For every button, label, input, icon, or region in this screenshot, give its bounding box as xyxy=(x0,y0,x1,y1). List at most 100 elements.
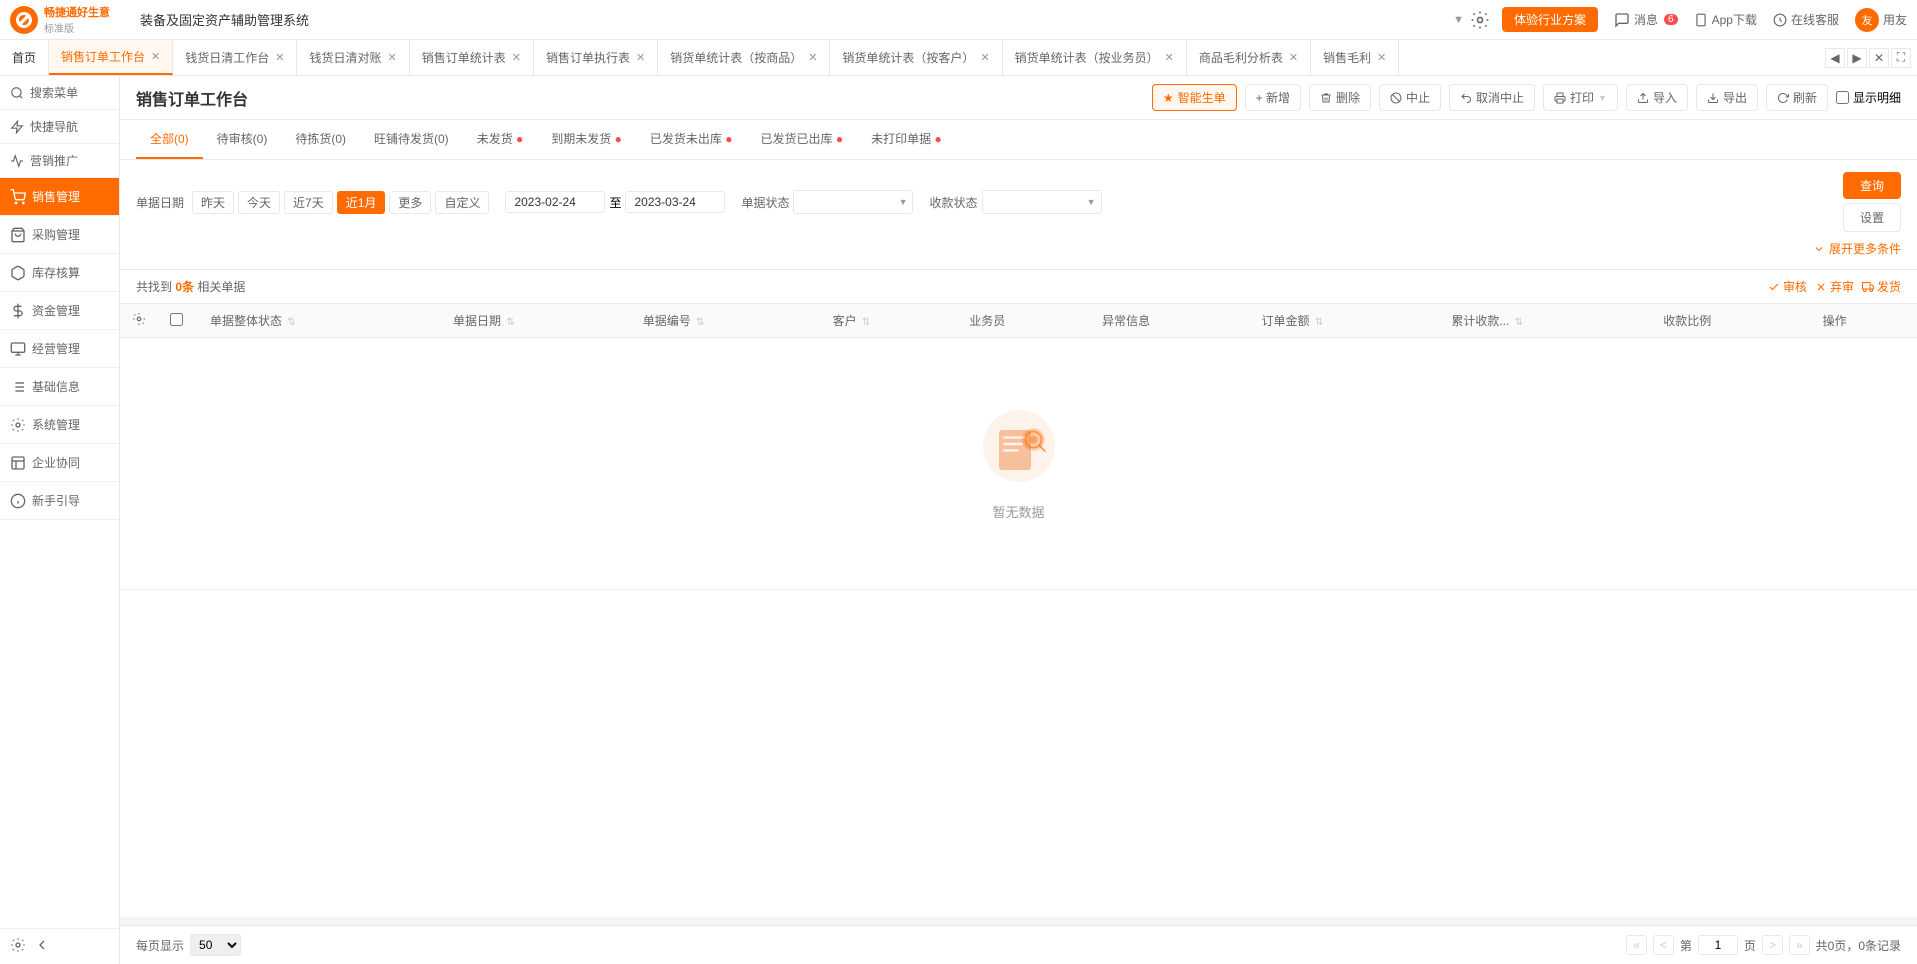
tab-close-all[interactable]: ✕ xyxy=(1869,48,1889,68)
select-all-checkbox[interactable] xyxy=(170,313,183,326)
filter-tab-pending-review[interactable]: 待审核(0) xyxy=(203,120,282,159)
sidebar-item-purchase[interactable]: 采购管理 xyxy=(0,216,119,254)
ship-btn[interactable]: 发货 xyxy=(1862,278,1901,295)
tab-maximize[interactable]: ⛶ xyxy=(1891,48,1911,68)
tab-close-cash-goods[interactable]: ✕ xyxy=(388,51,397,64)
page-prev-btn[interactable]: < xyxy=(1653,935,1674,955)
query-btn[interactable]: 查询 xyxy=(1843,172,1901,199)
show-detail-checkbox[interactable] xyxy=(1836,91,1849,104)
user-btn[interactable]: 友 用友 xyxy=(1855,8,1907,32)
industry-btn[interactable]: 体验行业方案 xyxy=(1502,7,1598,32)
date-btn-yesterday[interactable]: 昨天 xyxy=(192,191,234,214)
tab-close-by-staff[interactable]: ✕ xyxy=(1165,51,1174,64)
sidebar-settings-icon[interactable] xyxy=(10,937,26,956)
sidebar-marketing-promo[interactable]: 营销推广 xyxy=(0,144,119,178)
import-btn[interactable]: 导入 xyxy=(1626,84,1688,111)
tab-sales-stats-by-product[interactable]: 销货单统计表（按商品） ✕ xyxy=(658,40,830,75)
tab-close-by-customer[interactable]: ✕ xyxy=(980,51,989,64)
app-download-btn[interactable]: App下载 xyxy=(1694,11,1757,28)
date-btn-custom[interactable]: 自定义 xyxy=(435,191,489,214)
sidebar-item-system[interactable]: 系统管理 xyxy=(0,406,119,444)
sidebar-item-inventory[interactable]: 库存核算 xyxy=(0,254,119,292)
filter-tab-pending-inspect[interactable]: 待拣货(0) xyxy=(281,120,360,159)
message-btn[interactable]: 消息 6 xyxy=(1614,11,1678,28)
sidebar-quick-nav[interactable]: 快捷导航 xyxy=(0,110,119,144)
tab-home[interactable]: 首页 xyxy=(0,40,49,75)
sort-customer-icon[interactable]: ⇅ xyxy=(862,317,870,328)
print-btn[interactable]: 打印 ▼ xyxy=(1543,84,1618,111)
print-dropdown-arrow[interactable]: ▼ xyxy=(1598,93,1607,103)
page-first-btn[interactable]: « xyxy=(1626,935,1647,955)
filter-tab-wangpu-pending[interactable]: 旺铺待发货(0) xyxy=(360,120,463,159)
settings-gear-icon[interactable] xyxy=(1470,10,1490,30)
status-select[interactable] xyxy=(793,190,913,214)
stop-btn[interactable]: 中止 xyxy=(1379,84,1441,111)
sort-number-icon[interactable]: ⇅ xyxy=(696,317,704,328)
filter-tab-expired-not-shipped[interactable]: 到期未发货 ● xyxy=(537,120,636,159)
payment-select[interactable] xyxy=(982,190,1102,214)
tab-cash-goods[interactable]: 钱货日清对账 ✕ xyxy=(297,40,409,75)
tab-sales-gross[interactable]: 销售毛利 ✕ xyxy=(1311,40,1399,75)
tab-sales-stats-by-customer[interactable]: 销货单统计表（按客户） ✕ xyxy=(830,40,1002,75)
page-next-btn[interactable]: > xyxy=(1762,935,1783,955)
filter-tab-shipped-out[interactable]: 已发货已出库 ● xyxy=(747,120,858,159)
expired-not-shipped-badge: ● xyxy=(611,132,622,146)
new-btn[interactable]: + 新增 xyxy=(1245,84,1301,111)
page-last-btn[interactable]: » xyxy=(1789,935,1810,955)
date-btn-1month[interactable]: 近1月 xyxy=(337,191,386,214)
sidebar-collapse-icon[interactable] xyxy=(34,937,50,956)
page-size-select[interactable]: 50 100 200 xyxy=(190,934,241,956)
date-btn-7days[interactable]: 近7天 xyxy=(284,191,333,214)
sort-collected-icon[interactable]: ⇅ xyxy=(1515,317,1523,328)
status-select-wrapper[interactable] xyxy=(793,190,913,214)
tab-close-sales-gross[interactable]: ✕ xyxy=(1377,51,1386,64)
date-to-input[interactable] xyxy=(625,191,725,213)
sidebar-item-enterprise[interactable]: 企业协同 xyxy=(0,444,119,482)
tab-sales-order-stats[interactable]: 销售订单统计表 ✕ xyxy=(410,40,534,75)
tab-close-sales-order[interactable]: ✕ xyxy=(151,50,160,63)
expand-conditions-btn[interactable]: 展开更多条件 xyxy=(1813,240,1901,257)
tab-cash-daily[interactable]: 钱货日清工作台 ✕ xyxy=(173,40,297,75)
payment-select-wrapper[interactable] xyxy=(982,190,1102,214)
filter-tab-shipped-not-out[interactable]: 已发货未出库 ● xyxy=(636,120,747,159)
th-checkbox[interactable] xyxy=(158,304,198,338)
audit-btn[interactable]: 审核 xyxy=(1768,278,1807,295)
delete-btn[interactable]: 删除 xyxy=(1309,84,1371,111)
date-btn-more[interactable]: 更多 xyxy=(389,191,431,214)
sidebar-item-operations[interactable]: 经营管理 xyxy=(0,330,119,368)
sort-amount-icon[interactable]: ⇅ xyxy=(1315,317,1323,328)
tab-sales-stats-by-staff[interactable]: 销货单统计表（按业务员） ✕ xyxy=(1003,40,1187,75)
tab-product-margin[interactable]: 商品毛利分析表 ✕ xyxy=(1187,40,1311,75)
tab-sales-order-exec[interactable]: 销售订单执行表 ✕ xyxy=(534,40,658,75)
page-number-input[interactable] xyxy=(1698,935,1738,955)
sidebar-item-finance[interactable]: 资金管理 xyxy=(0,292,119,330)
filter-tab-not-printed[interactable]: 未打印单据 ● xyxy=(857,120,956,159)
filter-tab-not-shipped[interactable]: 未发货 ● xyxy=(463,120,538,159)
refresh-btn[interactable]: 刷新 xyxy=(1766,84,1828,111)
tab-close-sales-order-stats[interactable]: ✕ xyxy=(512,51,521,64)
settings-btn[interactable]: 设置 xyxy=(1843,203,1901,232)
sort-date-icon[interactable]: ⇅ xyxy=(506,317,514,328)
bottom-scroll[interactable] xyxy=(120,917,1917,925)
filter-tab-all[interactable]: 全部(0) xyxy=(136,120,203,159)
tab-close-sales-order-exec[interactable]: ✕ xyxy=(636,51,645,64)
tab-scroll-next[interactable]: ▶ xyxy=(1847,48,1867,68)
tab-close-product-margin[interactable]: ✕ xyxy=(1289,51,1298,64)
sidebar-item-sales[interactable]: 销售管理 xyxy=(0,178,119,216)
date-from-input[interactable] xyxy=(505,191,605,213)
sort-status-icon[interactable]: ⇅ xyxy=(287,317,295,328)
cancel-audit-btn[interactable]: 弃审 xyxy=(1815,278,1854,295)
result-count-value: 0条 xyxy=(175,280,194,294)
smart-generate-btn[interactable]: ★ 智能生单 xyxy=(1152,84,1237,111)
tab-sales-order-workbench[interactable]: 销售订单工作台 ✕ xyxy=(49,40,173,75)
online-service-btn[interactable]: 在线客服 xyxy=(1773,11,1839,28)
tab-close-cash-daily[interactable]: ✕ xyxy=(275,51,284,64)
sidebar-search-menu[interactable]: 搜索菜单 xyxy=(0,76,119,110)
tab-scroll-prev[interactable]: ◀ xyxy=(1825,48,1845,68)
tab-close-by-product[interactable]: ✕ xyxy=(808,51,817,64)
sidebar-item-newbie[interactable]: 新手引导 xyxy=(0,482,119,520)
date-btn-today[interactable]: 今天 xyxy=(238,191,280,214)
cancel-stop-btn[interactable]: 取消中止 xyxy=(1449,84,1535,111)
export-btn[interactable]: 导出 xyxy=(1696,84,1758,111)
sidebar-item-basic-info[interactable]: 基础信息 xyxy=(0,368,119,406)
